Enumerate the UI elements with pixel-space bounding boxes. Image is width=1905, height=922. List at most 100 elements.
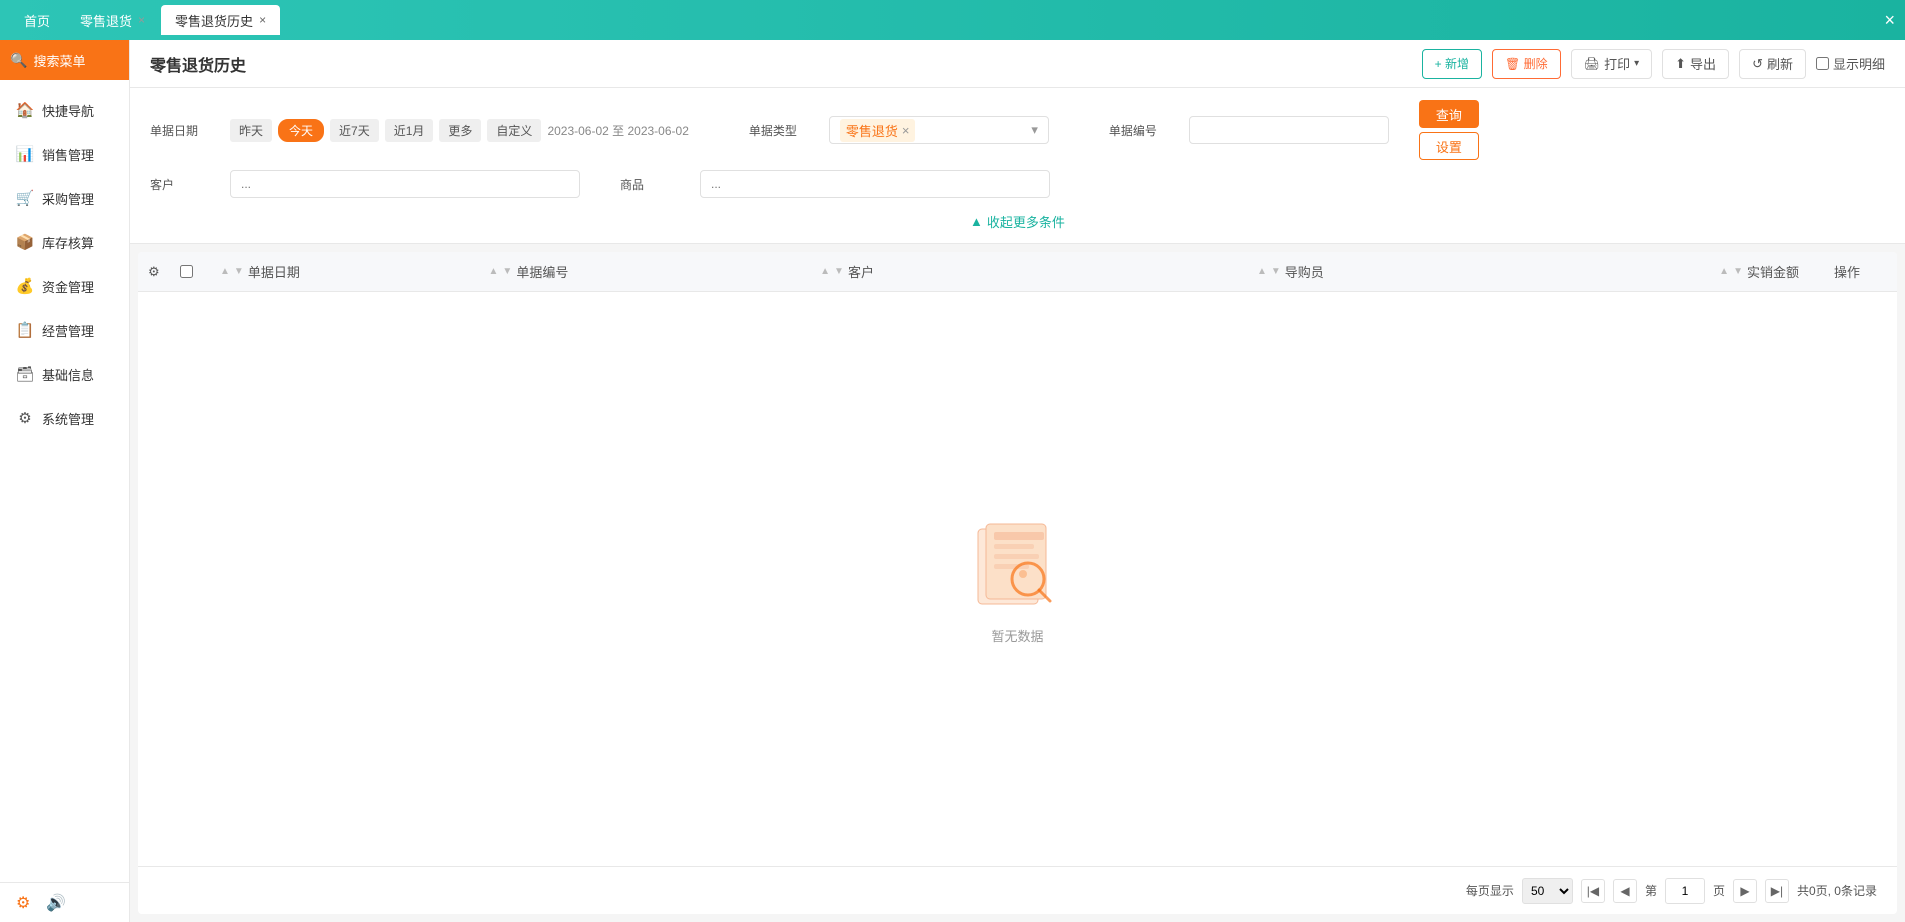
- table-header: ⚙ ▲ ▼ 单据日期 ▲ ▼ 单据编号 ▲ ▼ 客户: [138, 252, 1897, 292]
- window-close-button[interactable]: ×: [1884, 10, 1895, 31]
- th-guide: ▲ ▼ 导购员: [1249, 262, 1581, 281]
- empty-state: 暂无数据: [138, 292, 1897, 866]
- page-header: 零售退货历史 + 新增 🗑 删除 🖨 🖨 打印 打印 ▾ ⬆ 导出 ↺ 刷新: [130, 40, 1905, 88]
- print-icon: 🖨: [1584, 56, 1601, 72]
- bill-no-input[interactable]: [1189, 116, 1389, 144]
- refresh-button[interactable]: ↺ 刷新: [1739, 49, 1806, 79]
- sidebar-settings-icon[interactable]: ⚙: [16, 893, 30, 913]
- empty-text: 暂无数据: [991, 626, 1043, 645]
- purchase-mgmt-label: 采购管理: [42, 189, 94, 208]
- tab-retail-return-history-label: 零售退货历史: [175, 11, 253, 30]
- search-icon: 🔍: [10, 52, 27, 69]
- sidebar-bottom: ⚙ 🔊: [0, 882, 129, 922]
- sidebar-item-inventory[interactable]: 📦 库存核算: [0, 220, 129, 264]
- sort-up-icon-2: ▲: [489, 266, 499, 277]
- th-settings[interactable]: ⚙: [148, 264, 180, 280]
- date-lastmonth-btn[interactable]: 近1月: [385, 119, 434, 142]
- sort-up-icon-5: ▲: [1719, 266, 1729, 277]
- customer-input[interactable]: [230, 170, 580, 198]
- per-page-label: 每页显示: [1466, 882, 1514, 899]
- tab-home[interactable]: 首页: [10, 5, 64, 35]
- empty-illustration: [958, 514, 1078, 614]
- per-page-select[interactable]: 10 20 50 100: [1522, 878, 1573, 904]
- finance-icon: 💰: [16, 277, 34, 295]
- sort-up-icon-4: ▲: [1257, 266, 1267, 277]
- show-detail-checkbox-label[interactable]: 显示明细: [1816, 54, 1885, 73]
- tab-retail-return-history[interactable]: 零售退货历史 ×: [161, 5, 280, 35]
- date-filter: 昨天 今天 近7天 近1月 更多 自定义 2023-06-02 至 2023-0…: [230, 119, 689, 142]
- export-button[interactable]: ⬆ 导出: [1662, 49, 1729, 79]
- main-layout: 🔍 搜索菜单 🏠 快捷导航 📊 销售管理 🛒 采购管理 📦 库存核算 💰: [0, 40, 1905, 922]
- table-container: ⚙ ▲ ▼ 单据日期 ▲ ▼ 单据编号 ▲ ▼ 客户: [138, 252, 1897, 914]
- sales-mgmt-icon: 📊: [16, 145, 34, 163]
- sidebar-item-quick-nav[interactable]: 🏠 快捷导航: [0, 88, 129, 132]
- header-actions: + 新增 🗑 删除 🖨 🖨 打印 打印 ▾ ⬆ 导出 ↺ 刷新: [1422, 49, 1885, 79]
- date-custom-btn[interactable]: 自定义: [487, 119, 541, 142]
- th-bill-date: ▲ ▼ 单据日期: [212, 262, 481, 281]
- tab-retail-return[interactable]: 零售退货 ×: [66, 5, 159, 35]
- page-input[interactable]: [1665, 878, 1705, 904]
- th-amount-label: 实销金额: [1747, 262, 1799, 281]
- settings-icon[interactable]: ⚙: [148, 264, 160, 280]
- bill-type-tag-remove[interactable]: ×: [902, 123, 910, 138]
- filter-row-2: 客户 商品: [150, 170, 1885, 198]
- operations-icon: 📋: [16, 321, 34, 339]
- sort-down-icon-5: ▼: [1733, 266, 1743, 277]
- content-area: 零售退货历史 + 新增 🗑 删除 🖨 🖨 打印 打印 ▾ ⬆ 导出 ↺ 刷新: [130, 40, 1905, 922]
- new-button[interactable]: + 新增: [1422, 49, 1482, 79]
- sales-mgmt-label: 销售管理: [42, 145, 94, 164]
- page-last-button[interactable]: ▶|: [1765, 879, 1789, 903]
- set-button[interactable]: 设置: [1419, 132, 1479, 160]
- sidebar-audio-icon[interactable]: 🔊: [46, 893, 66, 913]
- bill-type-label: 单据类型: [749, 122, 809, 139]
- th-op-label: 操作: [1834, 262, 1860, 281]
- sidebar-item-sales-mgmt[interactable]: 📊 销售管理: [0, 132, 129, 176]
- base-info-icon: 🗃: [16, 365, 34, 383]
- bill-type-tag: 零售退货 ×: [840, 119, 916, 142]
- select-all-checkbox[interactable]: [180, 265, 193, 278]
- sidebar-item-purchase-mgmt[interactable]: 🛒 采购管理: [0, 176, 129, 220]
- sidebar-item-operations[interactable]: 📋 经营管理: [0, 308, 129, 352]
- query-button[interactable]: 查询: [1419, 100, 1479, 128]
- date-today-btn[interactable]: 今天: [278, 119, 324, 142]
- bill-date-label: 单据日期: [150, 122, 210, 139]
- bill-type-select[interactable]: 零售退货 × ▾: [829, 116, 1049, 144]
- sidebar-search-button[interactable]: 🔍 搜索菜单: [0, 40, 129, 80]
- th-customer-label: 客户: [848, 262, 874, 281]
- goods-input[interactable]: [700, 170, 1050, 198]
- page-next-button[interactable]: ▶: [1733, 879, 1757, 903]
- tab-retail-return-close[interactable]: ×: [138, 13, 145, 27]
- purchase-mgmt-icon: 🛒: [16, 189, 34, 207]
- customer-label: 客户: [150, 176, 210, 193]
- th-customer: ▲ ▼ 客户: [812, 262, 1249, 281]
- page-prev-button[interactable]: ◀: [1613, 879, 1637, 903]
- sidebar-nav: 🏠 快捷导航 📊 销售管理 🛒 采购管理 📦 库存核算 💰 资金管理 📋: [0, 80, 129, 882]
- show-detail-checkbox[interactable]: [1816, 57, 1829, 70]
- date-last7-btn[interactable]: 近7天: [330, 119, 379, 142]
- sidebar-item-system-mgmt[interactable]: ⚙ 系统管理: [0, 396, 129, 440]
- sidebar-search-label: 搜索菜单: [33, 51, 85, 70]
- filter-row-1: 单据日期 昨天 今天 近7天 近1月 更多 自定义 2023-06-02 至 2…: [150, 100, 1885, 160]
- date-yesterday-btn[interactable]: 昨天: [230, 119, 272, 142]
- tab-retail-return-history-close[interactable]: ×: [259, 13, 266, 27]
- th-bill-no: ▲ ▼ 单据编号: [481, 262, 813, 281]
- quick-nav-label: 快捷导航: [42, 101, 94, 120]
- inventory-icon: 📦: [16, 233, 34, 251]
- sort-down-icon-3: ▼: [834, 266, 844, 277]
- page-first-button[interactable]: |◀: [1581, 879, 1605, 903]
- goods-label: 商品: [620, 176, 680, 193]
- print-button[interactable]: 🖨 🖨 打印 打印 ▾: [1571, 49, 1653, 79]
- sort-down-icon-4: ▼: [1271, 266, 1281, 277]
- system-mgmt-icon: ⚙: [16, 409, 34, 427]
- sidebar-item-finance[interactable]: 💰 资金管理: [0, 264, 129, 308]
- bill-no-label: 单据编号: [1109, 122, 1169, 139]
- pagination: 每页显示 10 20 50 100 |◀ ◀ 第 页 ▶ ▶| 共0页, 0条记…: [138, 866, 1897, 914]
- delete-button[interactable]: 🗑 删除: [1492, 49, 1561, 79]
- th-check[interactable]: [180, 265, 212, 278]
- refresh-icon: ↺: [1752, 56, 1763, 72]
- finance-label: 资金管理: [42, 277, 94, 296]
- date-more-btn[interactable]: 更多: [439, 119, 481, 142]
- sidebar-item-base-info[interactable]: 🗃 基础信息: [0, 352, 129, 396]
- collapse-button[interactable]: ▲ 收起更多条件: [970, 212, 1065, 231]
- page-unit: 页: [1713, 882, 1725, 899]
